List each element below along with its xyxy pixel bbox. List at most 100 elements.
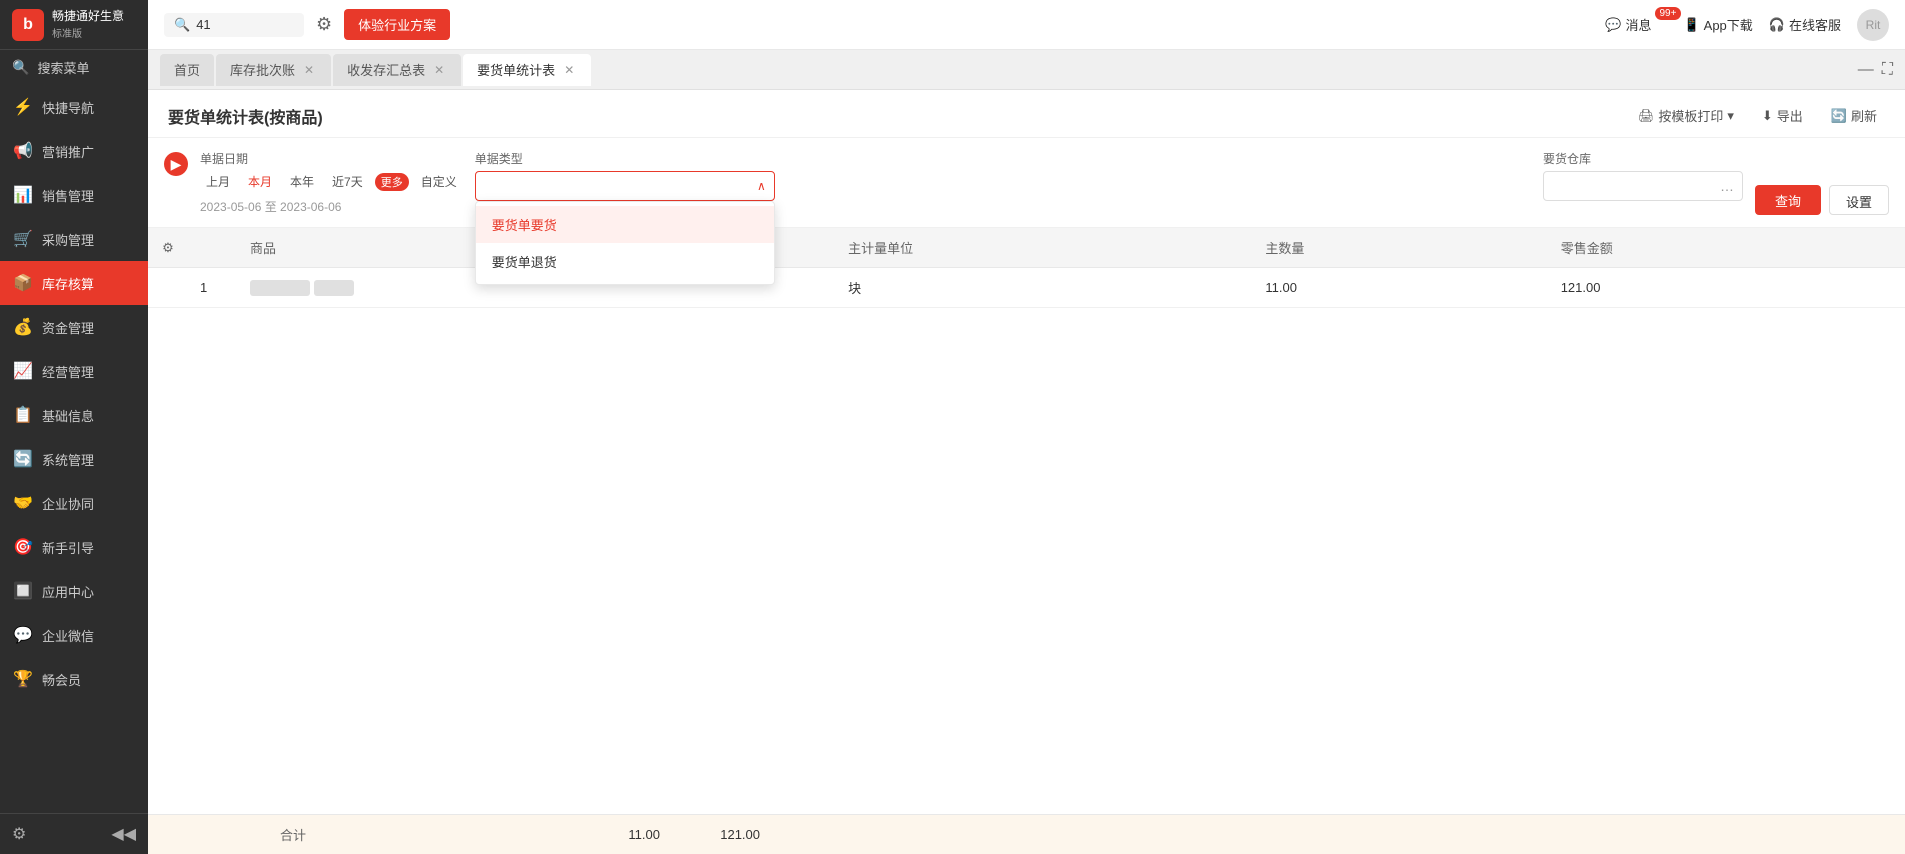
tab-request-stats[interactable]: 要货单统计表 ✕ — [463, 54, 591, 86]
user-avatar[interactable]: Rit — [1857, 9, 1889, 41]
date-custom-btn[interactable]: 自定义 — [415, 171, 463, 192]
sidebar-item-inventory[interactable]: 📦 库存核算 — [0, 261, 148, 305]
logo-icon: b — [12, 9, 44, 41]
topbar-gear-icon[interactable]: ⚙ — [316, 14, 332, 35]
type-filter-label: 单据类型 — [475, 150, 775, 167]
query-button[interactable]: 查询 — [1755, 185, 1821, 215]
product-blurred-2 — [314, 280, 354, 296]
type-filter: 单据类型 ∧ 要货单要货 要货单退货 — [475, 150, 775, 201]
refresh-btn[interactable]: 🔄 刷新 — [1823, 102, 1885, 129]
table-container: ⚙ 商品 主计量单位 主数量 零售金额 1 — [148, 228, 1905, 814]
settings-button[interactable]: 设置 — [1829, 185, 1889, 215]
sidebar-item-system[interactable]: 🔄 系统管理 — [0, 437, 148, 481]
topbar-left: 🔍 41 ⚙ 体验行业方案 — [164, 9, 450, 40]
filter-action-btns: 查询 设置 — [1755, 185, 1889, 215]
phone-icon: 📱 — [1683, 17, 1699, 33]
th-row-num — [188, 228, 238, 268]
sidebar: b 畅捷通好生意 标准版 🔍 搜索菜单 ⚡ 快捷导航 📢 营销推广 📊 销售管理… — [0, 0, 148, 854]
sidebar-item-wechat[interactable]: 💬 企业微信 — [0, 613, 148, 657]
column-settings-icon: ⚙ — [162, 240, 174, 255]
operation-icon: 📈 — [12, 360, 34, 382]
filter-expand-btn[interactable]: ▶ — [164, 152, 188, 176]
collapse-sidebar-btn[interactable]: ◀◀ — [111, 824, 136, 844]
cell-amount: 121.00 — [1549, 268, 1905, 308]
sidebar-item-app-center[interactable]: 🔲 应用中心 — [0, 569, 148, 613]
cell-quantity: 11.00 — [1253, 268, 1548, 308]
sidebar-item-guide[interactable]: 🎯 新手引导 — [0, 525, 148, 569]
tabbar: 首页 库存批次账 ✕ 收发存汇总表 ✕ 要货单统计表 ✕ — ⛶ — [148, 50, 1905, 90]
enterprise-icon: 🤝 — [12, 492, 34, 514]
service-label: 在线客服 — [1789, 15, 1841, 34]
search-menu-label: 搜索菜单 — [37, 58, 89, 77]
sidebar-logo: b 畅捷通好生意 标准版 — [0, 0, 148, 50]
table-header-row: ⚙ 商品 主计量单位 主数量 零售金额 — [148, 228, 1905, 268]
message-button[interactable]: 💬 消息 99+ — [1605, 15, 1667, 34]
sidebar-item-marketing[interactable]: 📢 营销推广 — [0, 129, 148, 173]
footer-amount: 121.00 — [700, 827, 800, 842]
app-download-button[interactable]: 📱 App下载 — [1683, 15, 1752, 34]
online-service-button[interactable]: 🎧 在线客服 — [1769, 15, 1841, 34]
sidebar-footer: ⚙ ◀◀ — [0, 813, 148, 854]
type-select[interactable]: ∧ — [475, 171, 775, 201]
window-minimize-btn[interactable]: — — [1858, 61, 1874, 79]
data-table: ⚙ 商品 主计量单位 主数量 零售金额 1 — [148, 228, 1905, 308]
tabbar-right: — ⛶ — [1858, 61, 1893, 79]
sidebar-item-membership[interactable]: 🏆 畅会员 — [0, 657, 148, 701]
sidebar-item-enterprise[interactable]: 🤝 企业协同 — [0, 481, 148, 525]
page-header: 要货单统计表(按商品) 🖨 按模板打印 ▾ ⬇ 导出 🔄 刷新 — [148, 90, 1905, 138]
refresh-icon: 🔄 — [1831, 108, 1847, 124]
th-quantity: 主数量 — [1253, 228, 1548, 268]
date-filter: 单据日期 上月 本月 本年 近7天 更多 自定义 2023-05-06 至 20… — [200, 150, 463, 215]
close-request-stats-tab[interactable]: ✕ — [561, 62, 577, 78]
close-shipment-summary-tab[interactable]: ✕ — [431, 62, 447, 78]
date-more-badge[interactable]: 更多 — [375, 173, 409, 191]
service-icon: 🎧 — [1769, 17, 1785, 33]
app-center-icon: 🔲 — [12, 580, 34, 602]
sidebar-item-basic-info[interactable]: 📋 基础信息 — [0, 393, 148, 437]
top-search-box[interactable]: 🔍 41 — [164, 13, 304, 37]
print-template-btn[interactable]: 🖨 按模板打印 ▾ — [1630, 102, 1742, 129]
search-menu-item[interactable]: 🔍 搜索菜单 — [0, 50, 148, 85]
th-settings[interactable]: ⚙ — [148, 228, 188, 268]
footer-label: 合计 — [160, 825, 360, 844]
date-range-display: 2023-05-06 至 2023-06-06 — [200, 198, 463, 215]
top-search-value: 41 — [196, 17, 210, 32]
sidebar-item-purchase[interactable]: 🛒 采购管理 — [0, 217, 148, 261]
basic-info-icon: 📋 — [12, 404, 34, 426]
dropdown-item-request-order[interactable]: 要货单要货 — [476, 206, 774, 243]
tab-shipment-summary[interactable]: 收发存汇总表 ✕ — [333, 54, 461, 86]
filter-bar: ▶ 单据日期 上月 本月 本年 近7天 更多 自定义 2023-05-06 至 … — [148, 138, 1905, 228]
date-filter-label: 单据日期 — [200, 150, 463, 167]
date-btn-this-month[interactable]: 本月 — [242, 171, 278, 192]
table-row: 1 块 11.00 121.00 — [148, 268, 1905, 308]
warehouse-input[interactable]: … — [1543, 171, 1743, 201]
sidebar-item-operation[interactable]: 📈 经营管理 — [0, 349, 148, 393]
guide-icon: 🎯 — [12, 536, 34, 558]
tab-inventory-batch[interactable]: 库存批次账 ✕ — [216, 54, 331, 86]
tab-home[interactable]: 首页 — [160, 54, 214, 86]
date-btn-last-7[interactable]: 近7天 — [326, 171, 369, 192]
message-icon: 💬 — [1605, 17, 1621, 33]
cell-row-num: 1 — [188, 268, 238, 308]
dropdown-item-request-return[interactable]: 要货单退货 — [476, 243, 774, 280]
sidebar-item-sales[interactable]: 📊 销售管理 — [0, 173, 148, 217]
date-btn-last-month[interactable]: 上月 — [200, 171, 236, 192]
warehouse-ellipsis-icon[interactable]: … — [1720, 178, 1734, 194]
top-search-icon: 🔍 — [174, 17, 190, 33]
date-btn-this-year[interactable]: 本年 — [284, 171, 320, 192]
sidebar-item-quick-nav[interactable]: ⚡ 快捷导航 — [0, 85, 148, 129]
close-inventory-batch-tab[interactable]: ✕ — [301, 62, 317, 78]
finance-icon: 💰 — [12, 316, 34, 338]
avatar-text: Rit — [1866, 18, 1881, 32]
page-title: 要货单统计表(按商品) — [168, 104, 323, 128]
settings-footer-btn[interactable]: ⚙ — [12, 824, 26, 844]
app-download-label: App下载 — [1704, 15, 1753, 34]
inventory-icon: 📦 — [12, 272, 34, 294]
export-btn[interactable]: ⬇ 导出 — [1754, 102, 1811, 129]
type-select-arrow: ∧ — [757, 179, 766, 193]
topbar-right: 💬 消息 99+ 📱 App下载 🎧 在线客服 Rit — [1605, 9, 1889, 41]
trial-button[interactable]: 体验行业方案 — [344, 9, 450, 40]
sidebar-item-finance[interactable]: 💰 资金管理 — [0, 305, 148, 349]
window-expand-btn[interactable]: ⛶ — [1882, 61, 1893, 79]
table-footer: 合计 11.00 121.00 — [148, 814, 1905, 854]
